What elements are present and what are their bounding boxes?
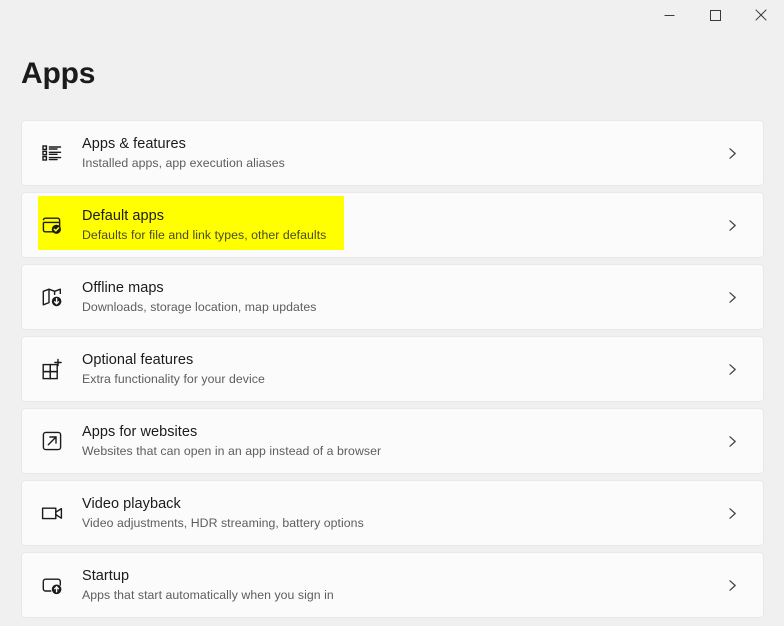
close-button[interactable] [738, 0, 784, 30]
window-check-icon [22, 213, 82, 237]
maximize-icon [709, 9, 721, 21]
settings-row-text: Video playback Video adjustments, HDR st… [82, 495, 715, 532]
settings-row-subtitle: Websites that can open in an app instead… [82, 443, 382, 458]
settings-row-title: Apps & features [82, 135, 186, 152]
settings-row-title: Startup [82, 567, 130, 584]
startup-arrow-icon [22, 573, 82, 597]
settings-row-title: Apps for websites [82, 423, 198, 440]
settings-row-apps-for-websites[interactable]: Apps for websites Websites that can open… [21, 408, 764, 474]
settings-row-text: Apps & features Installed apps, app exec… [82, 135, 715, 172]
settings-row-subtitle: Apps that start automatically when you s… [82, 587, 334, 602]
grid-plus-icon [22, 357, 82, 381]
video-camera-icon [22, 501, 82, 525]
settings-row-subtitle: Installed apps, app execution aliases [82, 155, 285, 170]
settings-row-subtitle: Extra functionality for your device [82, 371, 265, 386]
chevron-right-icon[interactable] [715, 291, 749, 304]
settings-row-title: Optional features [82, 351, 194, 368]
settings-row-subtitle: Downloads, storage location, map updates [82, 299, 317, 314]
minimize-icon [664, 10, 675, 21]
settings-row-apps-and-features[interactable]: Apps & features Installed apps, app exec… [21, 120, 764, 186]
settings-row-subtitle: Defaults for file and link types, other … [82, 227, 327, 242]
window-titlebar [0, 0, 784, 30]
chevron-right-icon[interactable] [715, 363, 749, 376]
chevron-right-icon[interactable] [715, 507, 749, 520]
settings-row-text: Optional features Extra functionality fo… [82, 351, 715, 388]
list-bullets-icon [22, 141, 82, 165]
minimize-button[interactable] [646, 0, 692, 30]
map-download-icon [22, 285, 82, 309]
chevron-right-icon[interactable] [715, 435, 749, 448]
settings-row-text: Apps for websites Websites that can open… [82, 423, 715, 460]
close-icon [755, 9, 767, 21]
chevron-right-icon[interactable] [715, 579, 749, 592]
settings-row-default-apps[interactable]: Default apps Defaults for file and link … [21, 192, 764, 258]
settings-card-list: Apps & features Installed apps, app exec… [0, 120, 784, 618]
settings-row-offline-maps[interactable]: Offline maps Downloads, storage location… [21, 264, 764, 330]
settings-row-subtitle: Video adjustments, HDR streaming, batter… [82, 515, 364, 530]
external-link-icon [22, 429, 82, 453]
settings-row-title: Default apps [82, 207, 165, 224]
settings-row-optional-features[interactable]: Optional features Extra functionality fo… [21, 336, 764, 402]
settings-row-title: Offline maps [82, 279, 164, 296]
chevron-right-icon[interactable] [715, 219, 749, 232]
settings-row-text: Startup Apps that start automatically wh… [82, 567, 715, 604]
maximize-button[interactable] [692, 0, 738, 30]
settings-row-text: Default apps Defaults for file and link … [82, 207, 715, 244]
page-title: Apps [21, 57, 96, 90]
settings-row-video-playback[interactable]: Video playback Video adjustments, HDR st… [21, 480, 764, 546]
chevron-right-icon[interactable] [715, 147, 749, 160]
settings-row-text: Offline maps Downloads, storage location… [82, 279, 715, 316]
settings-row-title: Video playback [82, 495, 181, 512]
settings-row-startup[interactable]: Startup Apps that start automatically wh… [21, 552, 764, 618]
